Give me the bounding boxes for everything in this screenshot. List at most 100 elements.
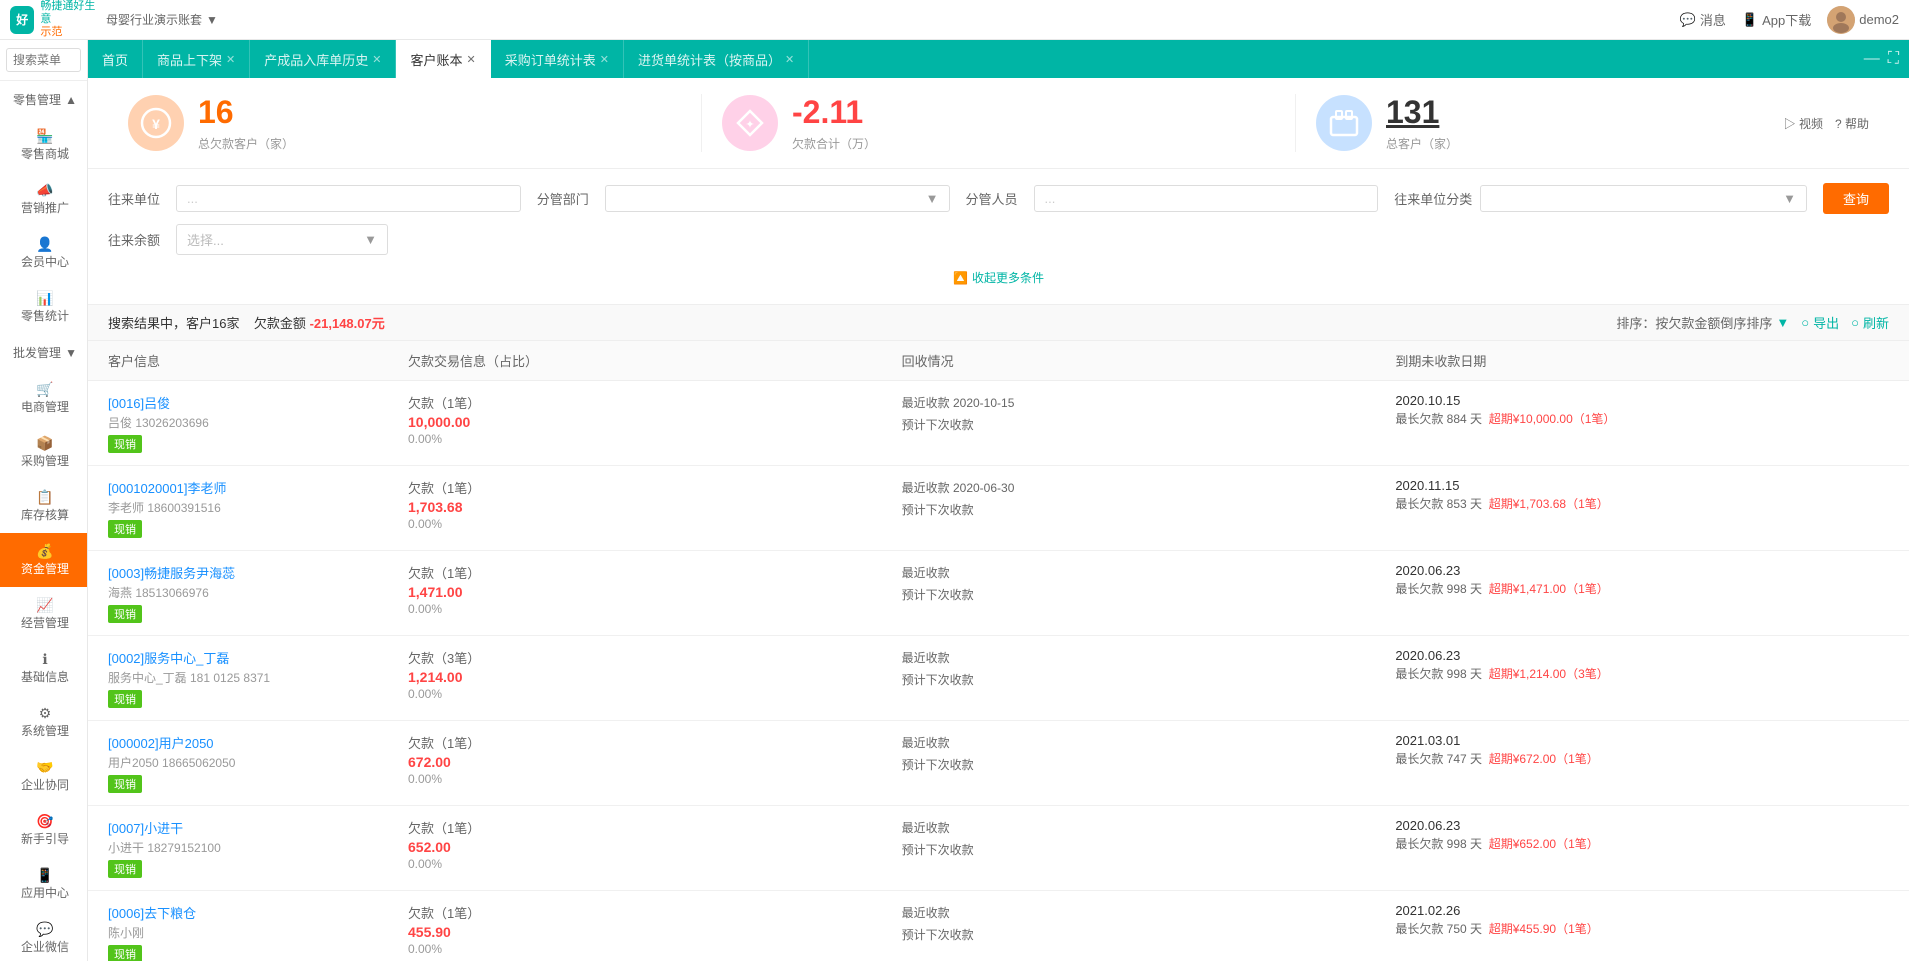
table-row: [0001020001]李老师 李老师 18600391516 现销 欠款（1笔… [88, 466, 1909, 551]
debt-info-4: 欠款（1笔） 672.00 0.00% [408, 733, 902, 786]
sidebar-item-enterprise[interactable]: 🤝 企业协同 [0, 749, 87, 803]
filter-department: 分管部门 ▼ [537, 185, 950, 212]
collapse-btn[interactable]: 🔼 收起更多条件 [108, 265, 1889, 290]
debt-amount-5: 652.00 [408, 839, 902, 855]
sidebar-item-newbie[interactable]: 🎯 新手引导 [0, 803, 87, 857]
unit-classify-select[interactable]: ▼ [1480, 185, 1807, 212]
customer-tag-4: 现销 [108, 775, 142, 793]
tab-purchase-stats[interactable]: 采购订单统计表 ✕ [491, 40, 624, 78]
overdue-detail-0: 最长欠款 884 天 超期¥10,000.00（1笔） [1395, 410, 1889, 427]
sidebar-item-ecommerce[interactable]: 🛒 电商管理 [0, 371, 87, 425]
export-btn[interactable]: ○ 导出 [1801, 313, 1839, 332]
tab-maximize-btn[interactable]: ⛶ [1888, 50, 1899, 68]
sidebar-item-purchase-mgmt[interactable]: 📦 采购管理 [0, 425, 87, 479]
tab-minimize-btn[interactable]: — [1864, 50, 1880, 68]
refresh-btn[interactable]: ○ 刷新 [1851, 313, 1889, 332]
customer-detail-0: 吕俊 13026203696 [108, 414, 408, 431]
overdue-info-1: 2020.11.15 最长欠款 853 天 超期¥1,703.68（1笔） [1395, 478, 1889, 512]
overdue-amount-0[interactable]: 超期¥10,000.00（1笔） [1489, 412, 1616, 426]
customer-name-6[interactable]: [0006]去下粮仓 [108, 906, 196, 921]
overdue-amount-3[interactable]: 超期¥1,214.00（3笔） [1489, 667, 1609, 681]
sidebar-item-system[interactable]: ⚙ 系统管理 [0, 695, 87, 749]
collapse-icon: 🔼 [953, 271, 968, 285]
search-input[interactable] [6, 48, 81, 72]
tab-close-import-stats[interactable]: ✕ [785, 53, 794, 66]
tab-close-customer-account[interactable]: ✕ [467, 53, 476, 66]
tab-close-purchase-stats[interactable]: ✕ [600, 53, 609, 66]
tab-customer-account[interactable]: 客户账本 ✕ [396, 40, 490, 78]
tab-product-list[interactable]: 商品上下架 ✕ [143, 40, 250, 78]
customer-name-1[interactable]: [0001020001]李老师 [108, 481, 227, 496]
message-icon: 💬 [1680, 12, 1696, 28]
sidebar-item-enterprise-wechat[interactable]: 💬 企业微信 [0, 911, 87, 961]
sidebar-item-operations[interactable]: 📈 经营管理 [0, 587, 87, 641]
balance-select[interactable]: 选择... ▼ [176, 224, 388, 255]
overdue-info-0: 2020.10.15 最长欠款 884 天 超期¥10,000.00（1笔） [1395, 393, 1889, 427]
sidebar-item-retail-mgmt[interactable]: 零售管理▲ [0, 81, 87, 118]
sidebar-item-basic-info[interactable]: ℹ 基础信息 [0, 641, 87, 695]
overdue-date-6: 2021.02.26 [1395, 903, 1889, 918]
person-input[interactable]: ... [1034, 185, 1379, 212]
customer-name-0[interactable]: [0016]吕俊 [108, 396, 170, 411]
query-button[interactable]: 查询 [1823, 183, 1889, 214]
sort-select[interactable]: 排序：按欠款金额倒序排序 ▼ [1616, 313, 1789, 332]
sidebar-item-retail-store[interactable]: 🏪 零售商城 [0, 118, 87, 172]
help-btn[interactable]: ? 帮助 [1835, 115, 1869, 132]
col-payback: 回收情况 [902, 351, 1396, 370]
customer-detail-5: 小进干 18279152100 [108, 839, 408, 856]
customer-name-5[interactable]: [0007]小进干 [108, 821, 183, 836]
source-unit-input[interactable]: ... [176, 185, 521, 212]
debt-customers-icon: ¥ [128, 95, 184, 151]
customer-info-2: [0003]畅捷服务尹海蕊 海燕 18513066976 现销 [108, 563, 408, 623]
summary-card-debt-customers: ¥ 16 总欠款客户（家） [108, 94, 702, 152]
sidebar-item-finance[interactable]: 💰 资金管理 [0, 533, 87, 587]
industry-dropdown-icon[interactable]: ▼ [206, 13, 218, 27]
customer-name-2[interactable]: [0003]畅捷服务尹海蕊 [108, 566, 235, 581]
customer-detail-1: 李老师 18600391516 [108, 499, 408, 516]
results-bar: 搜索结果中，客户16家 欠款金额 -21,148.07元 排序：按欠款金额倒序排… [88, 305, 1909, 341]
tab-product-history[interactable]: 产成品入库单历史 ✕ [250, 40, 396, 78]
debt-amount-2: 1,471.00 [408, 584, 902, 600]
sidebar-item-marketing[interactable]: 📣 营销推广 [0, 172, 87, 226]
messages-btn[interactable]: 💬 消息 [1680, 10, 1726, 29]
overdue-amount-1[interactable]: 超期¥1,703.68（1笔） [1489, 497, 1609, 511]
sidebar-item-retail-stats[interactable]: 📊 零售统计 [0, 280, 87, 334]
customer-name-3[interactable]: [0002]服务中心_丁磊 [108, 651, 229, 666]
video-btn[interactable]: ▷ 视频 [1784, 115, 1823, 132]
overdue-amount-5[interactable]: 超期¥652.00（1笔） [1489, 837, 1599, 851]
app-icon: 📱 [1742, 12, 1758, 28]
sidebar-item-app-center[interactable]: 📱 应用中心 [0, 857, 87, 911]
sidebar-item-inventory[interactable]: 📋 库存核算 [0, 479, 87, 533]
tab-import-stats[interactable]: 进货单统计表（按商品） ✕ [624, 40, 809, 78]
debt-info-6: 欠款（1笔） 455.90 0.00% [408, 903, 902, 956]
table-row: [0003]畅捷服务尹海蕊 海燕 18513066976 现销 欠款（1笔） 1… [88, 551, 1909, 636]
customer-tag-2: 现销 [108, 605, 142, 623]
export-icon: ○ [1801, 315, 1809, 330]
user-menu[interactable]: demo2 [1827, 6, 1899, 34]
col-customer-info: 客户信息 [108, 351, 408, 370]
logo-icon: 好 [10, 6, 34, 34]
tab-close-product-history[interactable]: ✕ [372, 53, 381, 66]
filter-source-unit: 往来单位 ... [108, 185, 521, 212]
app-download-btn[interactable]: 📱 App下载 [1742, 10, 1811, 29]
customer-tag-0: 现销 [108, 435, 142, 453]
customer-name-4[interactable]: [000002]用户2050 [108, 736, 214, 751]
overdue-amount-6[interactable]: 超期¥455.90（1笔） [1489, 922, 1599, 936]
tab-home[interactable]: 首页 [88, 40, 143, 78]
debt-count-4: 欠款（1笔） [408, 733, 902, 752]
data-table: 客户信息 欠款交易信息（占比） 回收情况 到期未收款日期 [0016]吕俊 吕俊… [88, 341, 1909, 961]
debt-count-0: 欠款（1笔） [408, 393, 902, 412]
payback-info-0: 最近收款 2020-10-15 预计下次收款 [902, 393, 1396, 436]
customer-tag-3: 现销 [108, 690, 142, 708]
payback-info-6: 最近收款 预计下次收款 [902, 903, 1396, 946]
overdue-amount-2[interactable]: 超期¥1,471.00（1笔） [1489, 582, 1609, 596]
sidebar-item-batch-mgmt[interactable]: 批发管理▼ [0, 334, 87, 371]
department-select[interactable]: ▼ [605, 185, 950, 212]
tab-close-product-list[interactable]: ✕ [226, 53, 235, 66]
debt-amount-3: 1,214.00 [408, 669, 902, 685]
filter-balance: 往来余额 选择... ▼ [108, 224, 388, 255]
overdue-amount-4[interactable]: 超期¥672.00（1笔） [1489, 752, 1599, 766]
sort-dropdown-icon: ▼ [1776, 315, 1789, 330]
sidebar-item-member-center[interactable]: 👤 会员中心 [0, 226, 87, 280]
department-label: 分管部门 [537, 189, 597, 208]
